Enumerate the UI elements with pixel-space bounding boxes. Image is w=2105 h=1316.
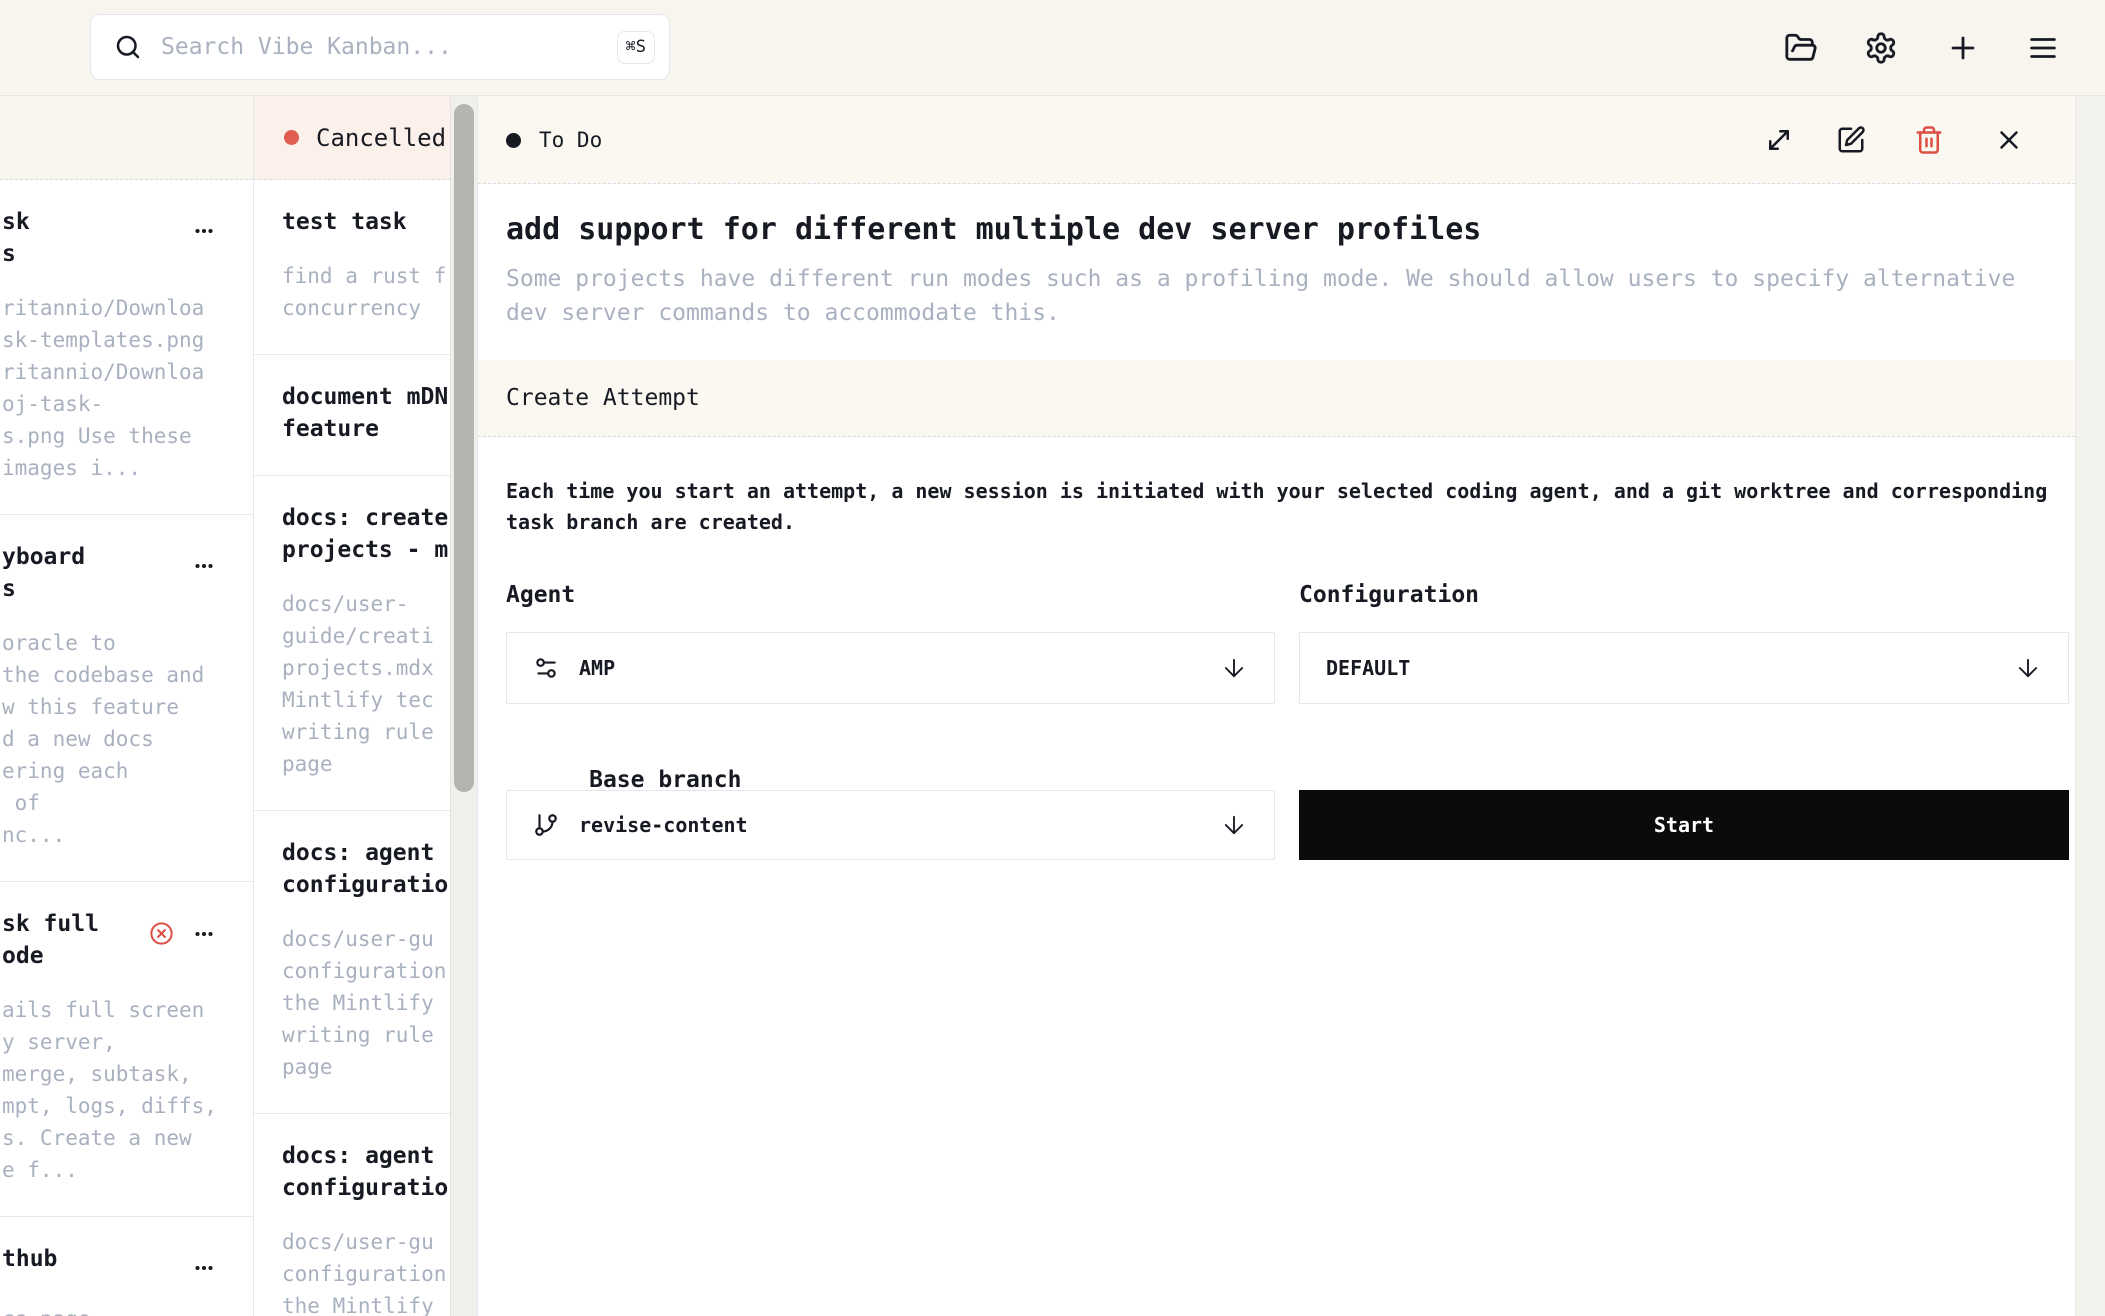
board-scrollbar-thumb[interactable] [454, 104, 474, 792]
agent-value: AMP [579, 656, 616, 680]
task-card-title: sk s [2, 209, 30, 267]
search-placeholder: Search Vibe Kanban... [161, 34, 452, 60]
base-branch-value: revise-content [579, 813, 748, 837]
task-card-title: docs: agent configuration [282, 840, 450, 898]
task-card-description: docs/user-gu configuration the Mintlify … [282, 1230, 447, 1316]
task-card-description: docs/user-gu configuration the Mintlify … [282, 927, 447, 1079]
search-input[interactable]: Search Vibe Kanban... ⌘S [90, 14, 670, 80]
card-menu-button[interactable] [191, 553, 217, 579]
task-card-title: thub [2, 1246, 58, 1272]
open-folder-icon [1785, 33, 1817, 61]
task-card-description: ails full screen y server, merge, subtas… [2, 998, 217, 1182]
task-card-title: sk full ode [2, 911, 99, 969]
kanban-column-header [0, 96, 253, 180]
task-card[interactable]: docs: create projects - m docs/user- guid… [254, 476, 450, 811]
configuration-label: Configuration [1299, 582, 1480, 608]
agent-select[interactable]: AMP [506, 632, 1275, 704]
card-menu-button[interactable] [191, 1255, 217, 1281]
task-card[interactable]: sk full ode ails full screen y server, me… [0, 882, 253, 1217]
task-card-description: cs page [2, 1303, 217, 1316]
task-card[interactable]: sk s ritannio/Downloa sk-templates.png ri… [0, 180, 253, 515]
task-card-title: test task [282, 209, 407, 235]
start-attempt-button[interactable]: Start [1299, 790, 2069, 860]
attempt-helper-text: Each time you start an attempt, a new se… [506, 479, 2048, 534]
kanban-column-cancelled: Cancelled test task find a rust f concurr… [253, 96, 450, 1316]
close-icon [2000, 131, 2018, 149]
git-branch-icon [533, 812, 559, 838]
settings-button[interactable] [1864, 31, 1898, 65]
task-card-title: docs: create projects - m [282, 505, 449, 563]
task-panel-header: To Do [478, 96, 2075, 184]
task-card[interactable]: yboard s oracle to the codebase and w thi… [0, 515, 253, 882]
task-card-title: yboard s [2, 544, 86, 602]
column-title: Cancelled [316, 123, 447, 152]
task-title: add support for different multiple dev s… [506, 212, 1482, 247]
chevron-down-icon [1220, 811, 1248, 839]
edit-icon [1838, 126, 1865, 153]
create-attempt-label: Create Attempt [506, 385, 700, 411]
task-card-description: docs/user- guide/creati projects.mdx Min… [282, 592, 434, 776]
chevron-down-icon [2014, 654, 2042, 682]
cancelled-status-dot [284, 130, 299, 145]
task-card-title: docs: agent configuration [282, 1143, 450, 1201]
task-card-title: document mDN feature [282, 384, 449, 442]
edit-task-button[interactable] [1833, 122, 1869, 158]
configuration-value: DEFAULT [1326, 656, 1411, 680]
task-description: Some projects have different run modes s… [506, 266, 2016, 326]
board-scrollbar-track[interactable] [450, 96, 477, 1316]
gear-icon [1866, 32, 1896, 64]
search-shortcut-badge: ⌘S [616, 30, 655, 64]
delete-task-button[interactable] [1911, 122, 1947, 158]
app-header: Search Vibe Kanban... ⌘S [0, 0, 2105, 96]
task-card-description: oracle to the codebase and w this featur… [2, 631, 205, 847]
expand-task-button[interactable] [1761, 122, 1797, 158]
task-card[interactable]: docs: agent configuration docs/user-gu co… [254, 811, 450, 1114]
task-card[interactable]: thub cs page [0, 1217, 253, 1316]
failed-status-icon [148, 920, 175, 947]
add-task-button[interactable] [1946, 31, 1980, 65]
todo-status-dot [506, 132, 521, 148]
chevron-down-icon [1220, 654, 1248, 682]
configuration-select[interactable]: DEFAULT [1299, 632, 2069, 704]
task-detail-panel: To Do add support for different multiple… [477, 96, 2075, 1316]
expand-icon [1769, 130, 1789, 150]
kanban-column-header: Cancelled [254, 96, 450, 180]
task-card-description: find a rust f concurrency [282, 264, 447, 320]
trash-icon [1916, 126, 1942, 154]
kanban-column-left: sk s ritannio/Downloa sk-templates.png ri… [0, 96, 253, 1316]
create-attempt-section-header[interactable]: Create Attempt [478, 360, 2075, 437]
task-card[interactable]: test task find a rust f concurrency [254, 180, 450, 355]
open-project-button[interactable] [1784, 31, 1818, 65]
search-icon [113, 32, 143, 62]
menu-button[interactable] [2026, 31, 2060, 65]
hamburger-menu-icon [2030, 38, 2056, 58]
right-gutter [2075, 96, 2105, 1316]
agent-label: Agent [506, 582, 576, 608]
card-menu-button[interactable] [191, 218, 217, 244]
task-card[interactable]: document mDN feature [254, 355, 450, 476]
app-window: Search Vibe Kanban... ⌘S sk s ritannio/Do… [0, 0, 2105, 1316]
plus-icon [1951, 36, 1975, 60]
task-card-description: ritannio/Downloa sk-templates.png ritann… [2, 296, 205, 480]
agent-settings-icon [533, 655, 559, 681]
card-menu-button[interactable] [191, 921, 217, 947]
close-panel-button[interactable] [1991, 122, 2027, 158]
task-card[interactable]: docs: agent configuration docs/user-gu co… [254, 1114, 450, 1316]
base-branch-select[interactable]: revise-content [506, 790, 1275, 860]
task-status-label: To Do [539, 128, 603, 152]
